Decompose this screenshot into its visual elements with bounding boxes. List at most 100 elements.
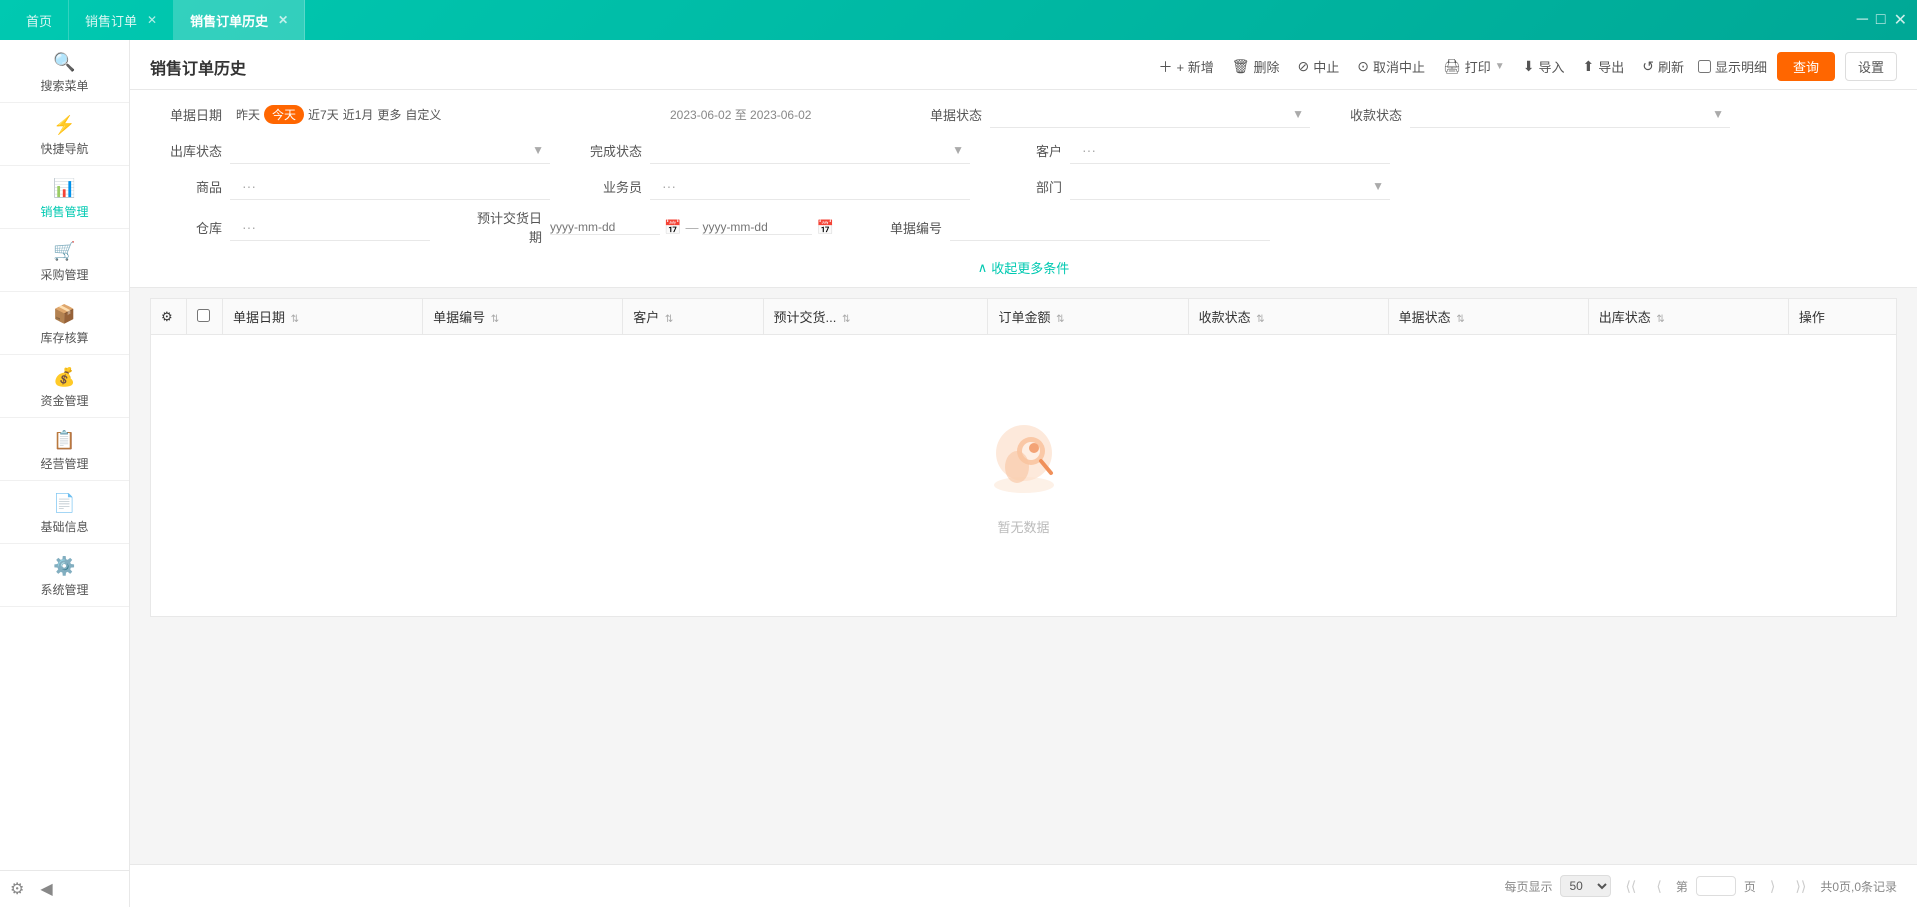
page-size-select[interactable]: 50 20 100 200 [1560, 875, 1611, 897]
delete-icon: 🗑 [1232, 58, 1250, 75]
tab-home[interactable]: 首页 [10, 0, 69, 40]
salesperson-field[interactable]: ··· [650, 172, 970, 200]
completion-status-arrow: ▼ [952, 143, 964, 157]
calendar-end-icon[interactable]: 📅 [816, 219, 833, 236]
next-page-btn[interactable]: ⟩ [1764, 876, 1781, 897]
maximize-icon[interactable]: □ [1876, 11, 1886, 29]
sidebar-item-sales-mgmt[interactable]: 📊 销售管理 [0, 166, 129, 229]
date-option-more[interactable]: 更多 [377, 106, 401, 123]
page-header: 销售订单历史 ＋ + 新增 🗑 删除 ⊘ 中止 ⊙ 取消中止 [130, 40, 1917, 90]
quick-nav-icon: ⚡ [53, 115, 75, 136]
sidebar-item-system[interactable]: ⚙️ 系统管理 [0, 544, 129, 607]
th-customer[interactable]: 客户 ⇅ [623, 299, 763, 335]
department-select[interactable]: ▼ [1070, 172, 1390, 200]
close-sales-order-history-tab[interactable]: ✕ [278, 13, 288, 27]
warehouse-status-select[interactable]: ▼ [230, 136, 550, 164]
sidebar-item-quick-nav[interactable]: ⚡ 快捷导航 [0, 103, 129, 166]
sort-amount-icon: ⇅ [1056, 314, 1064, 325]
goods-dots-btn[interactable]: ··· [242, 178, 256, 194]
prev-page-btn[interactable]: ⟨ [1650, 876, 1667, 897]
date-option-today-active[interactable]: 今天 [264, 105, 304, 124]
sidebar-item-purchase-mgmt[interactable]: 🛒 采购管理 [0, 229, 129, 292]
expected-date-end[interactable] [702, 220, 812, 235]
th-settings[interactable]: ⚙ [151, 299, 187, 335]
completion-status-select[interactable]: ▼ [650, 136, 970, 164]
new-button[interactable]: ＋ + 新增 [1154, 55, 1217, 79]
goods-field[interactable]: ··· [230, 172, 550, 200]
date-label: 单据日期 [150, 105, 230, 124]
customer-dots-btn[interactable]: ··· [1082, 142, 1096, 158]
settings-bottom-icon[interactable]: ⚙ [10, 879, 24, 899]
print-icon: 🖨 [1443, 58, 1461, 75]
display-details-toggle[interactable]: 显示明细 [1698, 57, 1767, 76]
export-button[interactable]: ⬆ 导出 [1578, 55, 1628, 78]
sort-expected-icon: ⇅ [842, 314, 850, 325]
sidebar-item-basic-info[interactable]: 📄 基础信息 [0, 481, 129, 544]
filter-row-4: 仓库 ··· 预计交货日期 📅 — 📅 单据编号 [150, 208, 1897, 246]
page-size-prefix: 每页显示 [1504, 878, 1552, 895]
print-dropdown-icon: ▼ [1495, 61, 1505, 72]
sidebar-item-inventory[interactable]: 📦 库存核算 [0, 292, 129, 355]
th-number[interactable]: 单据编号 ⇅ [423, 299, 623, 335]
import-button[interactable]: ⬇ 导入 [1519, 55, 1569, 78]
order-no-field[interactable] [950, 213, 1270, 241]
customer-field[interactable]: ··· [1070, 136, 1390, 164]
print-button[interactable]: 🖨 打印 ▼ [1439, 55, 1509, 78]
page-suffix: 页 [1744, 878, 1756, 895]
expected-date-start[interactable] [550, 220, 660, 235]
cancel-stop-icon: ⊙ [1357, 58, 1369, 75]
refresh-button[interactable]: ↺ 刷新 [1638, 55, 1688, 78]
query-button[interactable]: 查询 [1777, 52, 1835, 81]
purchase-icon: 🛒 [53, 241, 75, 262]
bill-status-select[interactable]: ▼ [990, 100, 1310, 128]
select-all-checkbox[interactable] [197, 309, 210, 322]
th-checkbox[interactable] [187, 299, 223, 335]
tab-sales-order[interactable]: 销售订单 ✕ [69, 0, 174, 40]
th-warehouse-status[interactable]: 出库状态 ⇅ [1588, 299, 1788, 335]
sidebar-item-operations[interactable]: 📋 经营管理 [0, 418, 129, 481]
th-expected-date[interactable]: 预计交货... ⇅ [763, 299, 988, 335]
date-option-yesterday[interactable]: 昨天 [236, 106, 260, 123]
receipt-status-arrow: ▼ [1712, 107, 1724, 121]
page-input[interactable]: 1 [1696, 876, 1736, 896]
sidebar-item-search-menu[interactable]: 🔍 搜索菜单 [0, 40, 129, 103]
top-bar: 首页 销售订单 ✕ 销售订单历史 ✕ ─ □ ✕ [0, 0, 1917, 40]
sidebar: 🔍 搜索菜单 ⚡ 快捷导航 📊 销售管理 🛒 采购管理 📦 库存核算 💰 资金管… [0, 40, 130, 907]
date-option-custom[interactable]: 自定义 [405, 106, 441, 123]
tab-sales-order-history[interactable]: 销售订单历史 ✕ [174, 0, 305, 40]
th-bill-status[interactable]: 单据状态 ⇅ [1388, 299, 1588, 335]
cancel-stop-button[interactable]: ⊙ 取消中止 [1353, 55, 1429, 78]
stop-button[interactable]: ⊘ 中止 [1294, 55, 1344, 78]
top-bar-right: ─ □ ✕ [1857, 10, 1907, 30]
last-page-btn[interactable]: ⟩⟩ [1789, 876, 1812, 897]
date-option-1month[interactable]: 近1月 [343, 106, 374, 123]
sidebar-item-finance[interactable]: 💰 资金管理 [0, 355, 129, 418]
toolbar: ＋ + 新增 🗑 删除 ⊘ 中止 ⊙ 取消中止 🖨 打印 [1154, 52, 1897, 81]
th-date[interactable]: 单据日期 ⇅ [223, 299, 423, 335]
table-header-row: ⚙ 单据日期 ⇅ 单据编号 ⇅ 客户 ⇅ [151, 299, 1897, 335]
collapse-sidebar-icon[interactable]: ◀ [40, 879, 52, 899]
delete-button[interactable]: 🗑 删除 [1228, 55, 1284, 78]
finance-icon: 💰 [53, 367, 75, 388]
collapse-filters-row[interactable]: ∧ 收起更多条件 [150, 254, 1897, 277]
th-amount[interactable]: 订单金额 ⇅ [988, 299, 1188, 335]
close-window-icon[interactable]: ✕ [1894, 10, 1907, 30]
date-option-7days[interactable]: 近7天 [308, 106, 339, 123]
settings-button[interactable]: 设置 [1845, 52, 1897, 81]
first-page-btn[interactable]: ⟨⟨ [1619, 876, 1642, 897]
minimize-icon[interactable]: ─ [1857, 11, 1868, 29]
goods-label: 商品 [150, 177, 230, 196]
display-details-checkbox[interactable] [1698, 60, 1711, 73]
th-receipt-status[interactable]: 收款状态 ⇅ [1188, 299, 1388, 335]
main-layout: 🔍 搜索菜单 ⚡ 快捷导航 📊 销售管理 🛒 采购管理 📦 库存核算 💰 资金管… [0, 40, 1917, 907]
receipt-status-select[interactable]: ▼ [1410, 100, 1730, 128]
sort-date-icon: ⇅ [291, 314, 299, 325]
warehouse-field[interactable]: ··· [230, 213, 430, 241]
empty-illustration [979, 415, 1069, 505]
collapse-label: 收起更多条件 [991, 258, 1069, 277]
close-sales-order-tab[interactable]: ✕ [147, 13, 157, 27]
calendar-start-icon[interactable]: 📅 [664, 219, 681, 236]
warehouse-dots-btn[interactable]: ··· [242, 219, 256, 235]
pagination: 每页显示 50 20 100 200 ⟨⟨ ⟨ 第 1 页 ⟩ ⟩⟩ 共0页,0… [130, 864, 1917, 907]
salesperson-dots-btn[interactable]: ··· [662, 178, 676, 194]
